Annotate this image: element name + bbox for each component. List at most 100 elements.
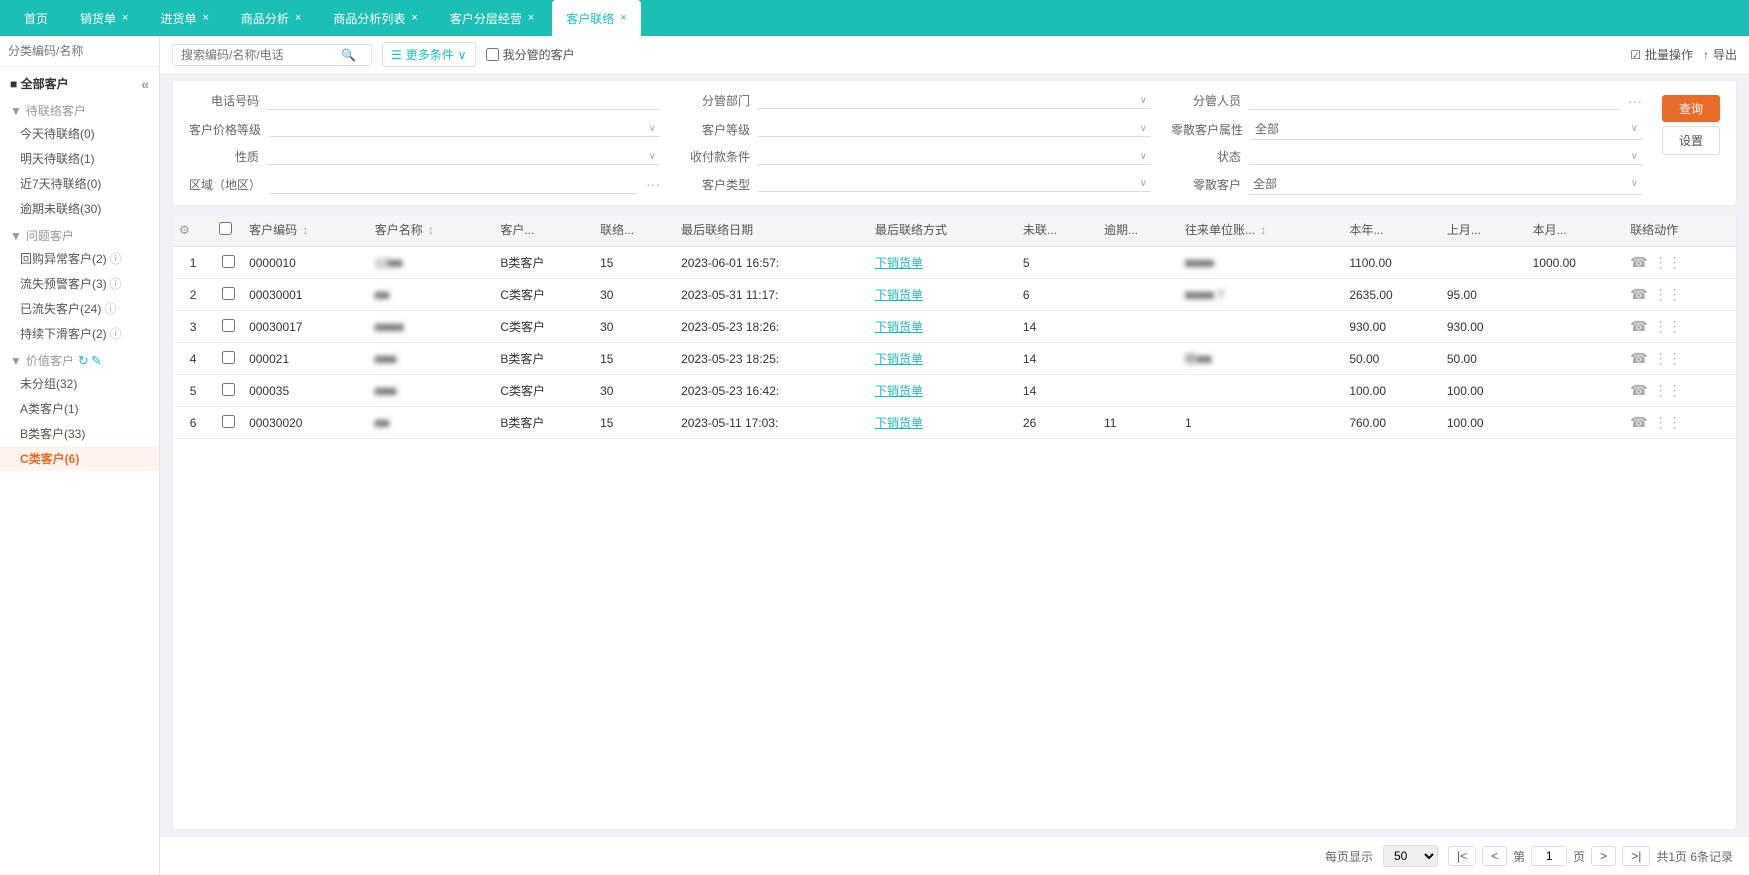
sidebar-value-section[interactable]: ▼ 价值客户 ↻ ✎	[0, 346, 159, 371]
row-checkbox-2[interactable]	[222, 319, 235, 332]
filter-select-status[interactable]: ∨	[1249, 149, 1642, 165]
action-phone-1[interactable]: ☎	[1630, 286, 1647, 303]
select-all-checkbox[interactable]	[219, 222, 232, 235]
my-customers-checkbox[interactable]	[486, 48, 499, 61]
page-first-btn[interactable]: |<	[1448, 846, 1476, 866]
th-code[interactable]: 客户编码 ↕	[243, 213, 369, 247]
th-gear[interactable]: ⚙	[173, 213, 213, 247]
filter-select-price-level[interactable]: ∨	[269, 121, 660, 137]
action-more-1[interactable]: ⋮⋮	[1654, 286, 1682, 303]
action-more-5[interactable]: ⋮⋮	[1654, 414, 1682, 431]
filter-input-region[interactable]	[269, 175, 638, 194]
cell-last-method-3[interactable]: 下销货单	[869, 343, 1017, 375]
export-btn[interactable]: ↑ 导出	[1703, 46, 1737, 63]
filter-select-dept[interactable]: ∨	[758, 93, 1151, 109]
sidebar-item-churned[interactable]: 已流失客户(24) ⓘ	[0, 296, 159, 321]
nav-tab-analysis-list[interactable]: 商品分析列表 ×	[319, 0, 431, 36]
sidebar-item-ungroup[interactable]: 未分组(32)	[0, 371, 159, 396]
cell-last-method-2[interactable]: 下销货单	[869, 311, 1017, 343]
filter-region-dots[interactable]: ···	[646, 176, 660, 192]
filter-select-retail[interactable]: 全部 ∨	[1249, 173, 1642, 195]
set-button[interactable]: 设置	[1662, 126, 1720, 155]
sidebar-item-overdue[interactable]: 逾期未联络(30)	[0, 196, 159, 221]
filter-more-btn[interactable]: ☰ 更多条件 ∨	[382, 42, 476, 67]
query-button[interactable]: 查询	[1662, 95, 1720, 122]
action-more-3[interactable]: ⋮⋮	[1654, 350, 1682, 367]
action-phone-2[interactable]: ☎	[1630, 318, 1647, 335]
sidebar-item-tomorrow[interactable]: 明天待联络(1)	[0, 146, 159, 171]
sidebar-item-b-class[interactable]: B类客户(33)	[0, 421, 159, 446]
nav-home[interactable]: 首页	[10, 0, 62, 36]
search-icon[interactable]: 🔍	[341, 48, 356, 62]
sidebar-problem-section[interactable]: ▼ 问题客户	[0, 221, 159, 246]
cell-method-link-4[interactable]: 下销货单	[875, 384, 923, 398]
search-input[interactable]	[181, 48, 341, 62]
page-next-btn[interactable]: >	[1591, 846, 1616, 866]
action-more-4[interactable]: ⋮⋮	[1654, 382, 1682, 399]
nav-tab-purchase-close[interactable]: ×	[202, 12, 208, 24]
action-phone-0[interactable]: ☎	[1630, 254, 1647, 271]
sidebar-item-a-class[interactable]: A类客户(1)	[0, 396, 159, 421]
cell-method-link-2[interactable]: 下销货单	[875, 320, 923, 334]
cell-last-method-0[interactable]: 下销货单	[869, 247, 1017, 279]
filter-select-type[interactable]: ∨	[758, 176, 1151, 192]
th-name[interactable]: 客户名称 ↕	[369, 213, 495, 247]
cell-last-method-4[interactable]: 下销货单	[869, 375, 1017, 407]
nav-tab-sales[interactable]: 销货单 ×	[66, 0, 142, 36]
filter-select-attr[interactable]: 全部 ∨	[1251, 118, 1642, 140]
action-phone-5[interactable]: ☎	[1630, 414, 1647, 431]
nav-tab-sales-close[interactable]: ×	[122, 12, 128, 24]
nav-tab-customer-tier-close[interactable]: ×	[528, 12, 534, 24]
page-last-btn[interactable]: >|	[1622, 846, 1650, 866]
sidebar-value-edit[interactable]: ✎	[91, 353, 102, 369]
cell-method-link-3[interactable]: 下销货单	[875, 352, 923, 366]
sidebar-item-declining[interactable]: 持续下滑客户(2) ⓘ	[0, 321, 159, 346]
sidebar-value-refresh[interactable]: ↻	[78, 353, 89, 369]
action-phone-3[interactable]: ☎	[1630, 350, 1647, 367]
page-input[interactable]	[1531, 846, 1567, 866]
sidebar-pending-section[interactable]: ▼ 待联络客户	[0, 96, 159, 121]
cell-last-method-5[interactable]: 下销货单	[869, 407, 1017, 439]
row-checkbox-4[interactable]	[222, 383, 235, 396]
cell-last-method-1[interactable]: 下销货单	[869, 279, 1017, 311]
filter-input-phone[interactable]	[267, 91, 660, 110]
filter-nature-chevron: ∨	[649, 151, 656, 162]
table-gear-icon[interactable]: ⚙	[179, 223, 190, 237]
action-more-0[interactable]: ⋮⋮	[1654, 254, 1682, 271]
nav-tab-customer-tier[interactable]: 客户分层经营 ×	[436, 0, 548, 36]
nav-tab-customer-contact[interactable]: 客户联络 ×	[552, 0, 640, 36]
sidebar-item-c-class[interactable]: C类客户(6)	[0, 446, 159, 471]
cell-method-link-1[interactable]: 下销货单	[875, 288, 923, 302]
filter-select-payment[interactable]: ∨	[758, 149, 1151, 165]
footer-per-page-select[interactable]: 50 100 200	[1383, 845, 1438, 867]
cell-method-link-5[interactable]: 下销货单	[875, 416, 923, 430]
row-checkbox-1[interactable]	[222, 287, 235, 300]
cell-method-link-0[interactable]: 下销货单	[875, 256, 923, 270]
batch-op-btn[interactable]: ☑ 批量操作	[1630, 46, 1693, 63]
row-checkbox-5[interactable]	[222, 415, 235, 428]
sidebar-collapse-icon[interactable]: «	[141, 76, 149, 92]
th-account[interactable]: 往来单位账... ↕	[1179, 213, 1343, 247]
filter-manager-dots[interactable]: ···	[1628, 93, 1642, 109]
cell-contact-4: 30	[594, 375, 675, 407]
sidebar-item-today[interactable]: 今天待联络(0)	[0, 121, 159, 146]
sidebar-item-7days[interactable]: 近7天待联络(0)	[0, 171, 159, 196]
nav-tab-analysis[interactable]: 商品分析 ×	[227, 0, 315, 36]
sidebar-item-churn-warn[interactable]: 流失预警客户(3) ⓘ	[0, 271, 159, 296]
row-checkbox-0[interactable]	[222, 255, 235, 268]
action-more-2[interactable]: ⋮⋮	[1654, 318, 1682, 335]
nav-tab-analysis-list-close[interactable]: ×	[411, 12, 417, 24]
action-phone-4[interactable]: ☎	[1630, 382, 1647, 399]
sidebar-all-customers[interactable]: ■ 全部客户 «	[0, 67, 159, 96]
nav-tab-sales-label: 销货单	[80, 10, 116, 27]
filter-select-level[interactable]: ∨	[758, 121, 1151, 137]
nav-tab-analysis-close[interactable]: ×	[295, 12, 301, 24]
page-prev-btn[interactable]: <	[1482, 846, 1507, 866]
sidebar-item-abnormal[interactable]: 回购异常客户(2) ⓘ	[0, 246, 159, 271]
sidebar-search-input[interactable]	[8, 44, 160, 58]
filter-select-nature[interactable]: ∨	[267, 149, 660, 165]
nav-tab-purchase[interactable]: 进货单 ×	[146, 0, 222, 36]
filter-input-manager[interactable]	[1249, 91, 1620, 110]
nav-tab-customer-contact-close[interactable]: ×	[620, 12, 626, 24]
row-checkbox-3[interactable]	[222, 351, 235, 364]
